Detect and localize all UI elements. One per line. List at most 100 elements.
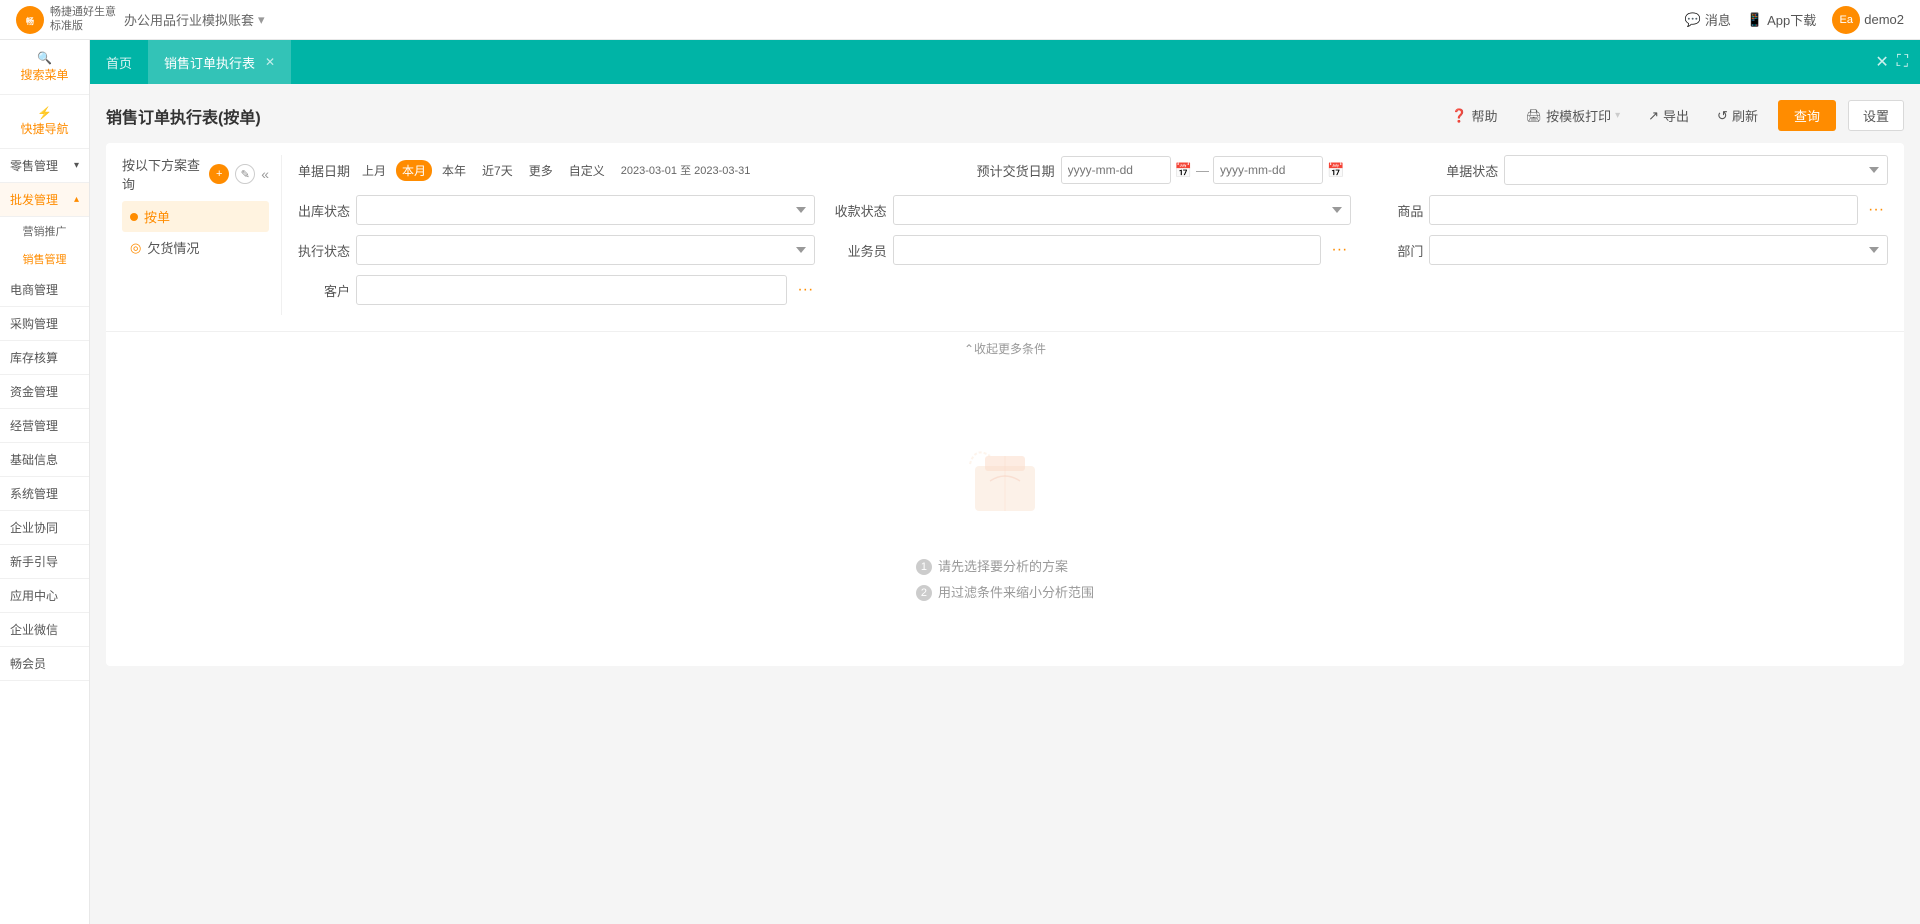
sidebar-item-wholesale[interactable]: 批发管理 ▴ xyxy=(0,183,89,217)
page-content: 销售订单执行表(按单) ❓ 帮助 🖨 按模板打印 ▾ ↗ 导出 xyxy=(90,84,1920,924)
filter-nav-backorder[interactable]: ◎ 欠货情况 xyxy=(122,232,269,263)
filter-row-1: 单据日期 上月 本月 本年 近7天 更多 自定义 2023-03-01 至 20… xyxy=(290,155,1888,185)
collapse-icon: ⌃ xyxy=(964,342,974,356)
sidebar: 🔍 搜索菜单 ⚡ 快捷导航 零售管理 ▾ 批发管理 ▴ 营销推广 销售管理 电商… xyxy=(0,40,90,924)
customer-input[interactable] xyxy=(356,275,787,305)
main-panel: 按以下方案查询 + ✎ « 按单 ◎ xyxy=(106,143,1904,666)
export-button[interactable]: ↗ 导出 xyxy=(1640,102,1697,129)
product-field: 商品 ··· xyxy=(1363,195,1888,225)
sidebar-item-member[interactable]: 畅会员 xyxy=(0,647,89,681)
sidebar-item-sales[interactable]: 销售管理 xyxy=(0,245,89,273)
product-search-icon[interactable]: ··· xyxy=(1864,201,1888,219)
department-select[interactable] xyxy=(1429,235,1888,265)
tab-close-icon[interactable]: ✕ xyxy=(265,55,275,69)
collection-status-label: 收款状态 xyxy=(827,201,887,220)
filter-left-title: 按以下方案查询 + ✎ « xyxy=(122,155,269,193)
date-tab-lastmonth[interactable]: 上月 xyxy=(356,160,392,181)
top-bar-left: 畅 畅捷通好生意 标准版 办公用品行业模拟账套 ▾ xyxy=(16,6,265,34)
expected-delivery-start-input[interactable] xyxy=(1061,156,1171,184)
collapse-more-button[interactable]: ⌃ 收起更多条件 xyxy=(106,331,1904,365)
sidebar-item-appstore[interactable]: 应用中心 xyxy=(0,579,89,613)
order-status-label: 单据状态 xyxy=(1438,161,1498,180)
sidebar-item-system[interactable]: 系统管理 xyxy=(0,477,89,511)
empty-tips: 1 请先选择要分析的方案 2 用过滤条件来缩小分析范围 xyxy=(916,554,1094,606)
date-tabs: 上月 本月 本年 近7天 更多 自定义 xyxy=(356,160,611,181)
customer-field: 客户 ··· xyxy=(290,275,817,305)
calendar-start-icon[interactable]: 📅 xyxy=(1175,162,1192,179)
order-status-select[interactable] xyxy=(1504,155,1888,185)
refresh-icon: ↺ xyxy=(1717,108,1728,124)
execution-status-field: 执行状态 xyxy=(290,235,815,265)
date-input-group: 📅 — 📅 xyxy=(1061,156,1345,184)
app-download-button[interactable]: 📱 App下载 xyxy=(1747,10,1816,29)
sidebar-item-search[interactable]: 🔍 搜索菜单 xyxy=(0,40,89,95)
help-icon: ❓ xyxy=(1451,108,1467,124)
filter-right: 单据日期 上月 本月 本年 近7天 更多 自定义 2023-03-01 至 20… xyxy=(290,155,1888,315)
top-bar: 畅 畅捷通好生意 标准版 办公用品行业模拟账套 ▾ 💬 消息 📱 App下载 E… xyxy=(0,0,1920,40)
add-scheme-button[interactable]: + xyxy=(209,164,229,184)
chevron-up-icon: ▴ xyxy=(74,194,79,205)
empty-tip-row-2: 2 用过滤条件来缩小分析范围 xyxy=(916,580,1094,606)
expected-delivery-field: 预计交货日期 📅 — 📅 xyxy=(977,156,1427,184)
date-tab-7days[interactable]: 近7天 xyxy=(476,160,519,181)
print-icon: 🖨 xyxy=(1526,108,1543,124)
empty-state: 1 请先选择要分析的方案 2 用过滤条件来缩小分析范围 xyxy=(106,366,1904,666)
message-button[interactable]: 💬 消息 xyxy=(1685,10,1731,29)
customer-search-icon[interactable]: ··· xyxy=(793,281,817,299)
search-icon: 🔍 xyxy=(37,50,52,67)
execution-status-select[interactable] xyxy=(356,235,815,265)
date-tab-custom[interactable]: 自定义 xyxy=(563,160,611,181)
filter-nav-by-order[interactable]: 按单 xyxy=(122,201,269,232)
calendar-end-icon[interactable]: 📅 xyxy=(1327,162,1344,179)
salesperson-input[interactable] xyxy=(893,235,1322,265)
sidebar-item-wechat[interactable]: 企业微信 xyxy=(0,613,89,647)
search-button[interactable]: 查询 xyxy=(1778,100,1836,131)
window-maximize-icon[interactable]: ⛶ xyxy=(1897,53,1908,71)
date-field: 单据日期 上月 本月 本年 近7天 更多 自定义 2023-03-01 至 20… xyxy=(290,160,965,181)
print-arrow-icon: ▾ xyxy=(1615,110,1620,121)
page-header: 销售订单执行表(按单) ❓ 帮助 🖨 按模板打印 ▾ ↗ 导出 xyxy=(106,100,1904,131)
edit-scheme-button[interactable]: ✎ xyxy=(235,164,255,184)
tip-number-1: 1 xyxy=(916,559,932,575)
date-tab-more[interactable]: 更多 xyxy=(523,160,559,181)
settings-button[interactable]: 设置 xyxy=(1848,100,1904,131)
breadcrumb-arrow-icon[interactable]: ▾ xyxy=(258,12,265,28)
svg-text:畅: 畅 xyxy=(26,16,34,26)
quicknav-icon: ⚡ xyxy=(37,105,52,122)
filter-left-actions: + ✎ « xyxy=(209,164,269,184)
sidebar-item-inventory[interactable]: 库存核算 xyxy=(0,341,89,375)
print-button[interactable]: 🖨 按模板打印 ▾ xyxy=(1518,102,1629,129)
sidebar-item-quicknav[interactable]: ⚡ 快捷导航 xyxy=(0,95,89,150)
date-tab-thismonth[interactable]: 本月 xyxy=(396,160,432,181)
sidebar-item-ecommerce[interactable]: 电商管理 xyxy=(0,273,89,307)
filter-row-2: 出库状态 收款状态 xyxy=(290,195,1888,225)
tab-bar: 首页 销售订单执行表 ✕ ✕ ⛶ xyxy=(90,40,1920,84)
salesperson-search-icon[interactable]: ··· xyxy=(1327,241,1351,259)
collapse-left-button[interactable]: « xyxy=(261,166,269,182)
sidebar-item-marketing[interactable]: 营销推广 xyxy=(0,217,89,245)
window-controls: ✕ ⛶ xyxy=(1863,52,1920,72)
collection-status-select[interactable] xyxy=(893,195,1352,225)
department-label: 部门 xyxy=(1363,241,1423,260)
sidebar-item-purchase[interactable]: 采购管理 xyxy=(0,307,89,341)
product-label: 商品 xyxy=(1363,201,1423,220)
product-input[interactable] xyxy=(1429,195,1858,225)
sidebar-item-basic[interactable]: 基础信息 xyxy=(0,443,89,477)
filter-left: 按以下方案查询 + ✎ « 按单 ◎ xyxy=(122,155,282,315)
sidebar-item-enterprise[interactable]: 企业协同 xyxy=(0,511,89,545)
sidebar-item-operation[interactable]: 经营管理 xyxy=(0,409,89,443)
sidebar-item-finance[interactable]: 资金管理 xyxy=(0,375,89,409)
department-field: 部门 xyxy=(1363,235,1888,265)
delivery-status-select[interactable] xyxy=(356,195,815,225)
content-area: 首页 销售订单执行表 ✕ ✕ ⛶ 销售订单执行表(按单) ❓ 帮助 xyxy=(90,40,1920,924)
sidebar-item-newbie[interactable]: 新手引导 xyxy=(0,545,89,579)
tab-home[interactable]: 首页 xyxy=(90,40,148,84)
tab-sales-order[interactable]: 销售订单执行表 ✕ xyxy=(148,40,291,84)
sidebar-item-retail[interactable]: 零售管理 ▾ xyxy=(0,149,89,183)
expected-delivery-end-input[interactable] xyxy=(1213,156,1323,184)
refresh-button[interactable]: ↺ 刷新 xyxy=(1709,102,1766,129)
user-menu-button[interactable]: Ea demo2 xyxy=(1832,6,1904,34)
window-close-icon[interactable]: ✕ xyxy=(1875,52,1888,72)
help-button[interactable]: ❓ 帮助 xyxy=(1443,102,1505,129)
date-tab-thisyear[interactable]: 本年 xyxy=(436,160,472,181)
